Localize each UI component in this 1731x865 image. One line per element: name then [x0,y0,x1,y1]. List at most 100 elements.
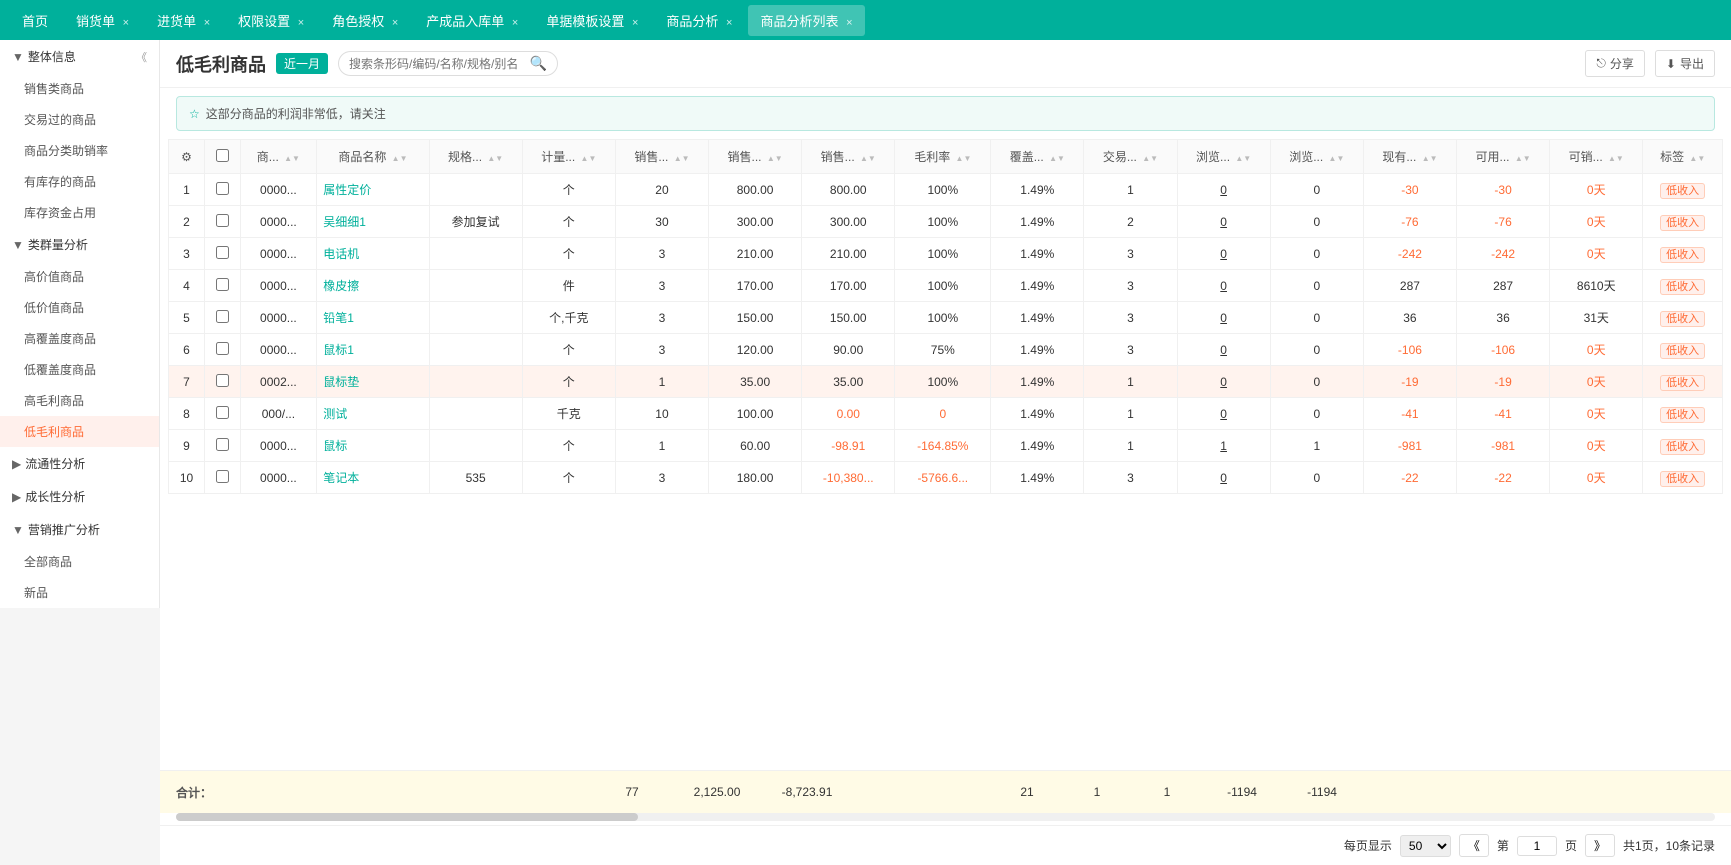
col-view1[interactable]: 浏览... ▲▼ [1177,140,1270,174]
view1-link[interactable]: 0 [1220,215,1227,229]
row-checkbox[interactable] [216,342,229,355]
nav-templates-close[interactable]: × [632,17,638,29]
sidebar-item-low-value[interactable]: 低价值商品 [0,292,159,323]
cell-name[interactable]: 鼠标1 [317,334,429,366]
cell-view1[interactable]: 0 [1177,334,1270,366]
view1-link[interactable]: 0 [1220,343,1227,357]
col-coverage[interactable]: 覆盖... ▲▼ [991,140,1084,174]
col-current-stock[interactable]: 现有... ▲▼ [1363,140,1456,174]
sidebar-section-flow[interactable]: ▶ 流通性分析 [0,447,159,480]
sidebar-item-new-goods[interactable]: 新品 [0,577,159,608]
cell-name[interactable]: 吴细细1 [317,206,429,238]
cell-checkbox[interactable] [205,462,241,494]
cell-checkbox[interactable] [205,430,241,462]
col-sales-amount[interactable]: 销售... ▲▼ [709,140,802,174]
col-name[interactable]: 商品名称 ▲▼ [317,140,429,174]
nav-templates[interactable]: 单据模板设置 × [534,5,650,36]
horizontal-scrollbar[interactable] [176,813,1715,821]
nav-products-close[interactable]: × [512,17,518,29]
cell-view1[interactable]: 0 [1177,366,1270,398]
nav-products[interactable]: 产成品入库单 × [414,5,530,36]
cell-view1[interactable]: 0 [1177,238,1270,270]
sidebar-item-low-coverage[interactable]: 低覆盖度商品 [0,354,159,385]
cell-view1[interactable]: 0 [1177,398,1270,430]
cell-view1[interactable]: 0 [1177,174,1270,206]
cell-name[interactable]: 属性定价 [317,174,429,206]
cell-view1[interactable]: 0 [1177,270,1270,302]
nav-permissions-close[interactable]: × [298,17,304,29]
view1-link[interactable]: 0 [1220,247,1227,261]
select-all-checkbox[interactable] [216,149,229,162]
row-checkbox[interactable] [216,246,229,259]
cell-checkbox[interactable] [205,270,241,302]
row-checkbox[interactable] [216,182,229,195]
cell-name[interactable]: 鼠标 [317,430,429,462]
sidebar-item-high-coverage[interactable]: 高覆盖度商品 [0,323,159,354]
col-sales-profit[interactable]: 销售... ▲▼ [802,140,895,174]
col-checkbox[interactable] [205,140,241,174]
current-page-input[interactable] [1517,836,1557,856]
row-checkbox[interactable] [216,438,229,451]
view1-link[interactable]: 1 [1220,439,1227,453]
search-input[interactable] [349,57,524,71]
sidebar-item-low-margin[interactable]: 低毛利商品 [0,416,159,447]
page-size-select[interactable]: 50 100 200 [1400,835,1451,857]
nav-purchase[interactable]: 进货单 × [145,5,222,36]
cell-checkbox[interactable] [205,334,241,366]
prev-page-button[interactable]: 《 [1459,834,1489,857]
sidebar-item-category-rate[interactable]: 商品分类助销率 [0,135,159,166]
search-icon[interactable]: 🔍 [530,55,547,72]
cell-checkbox[interactable] [205,206,241,238]
nav-analysis-list[interactable]: 商品分析列表 × [748,5,864,36]
cell-checkbox[interactable] [205,398,241,430]
sidebar-item-high-margin[interactable]: 高毛利商品 [0,385,159,416]
next-page-button[interactable]: 》 [1585,834,1615,857]
sidebar-item-traded-goods[interactable]: 交易过的商品 [0,104,159,135]
row-checkbox[interactable] [216,310,229,323]
nav-sales-close[interactable]: × [123,17,129,29]
sidebar-section-marketing[interactable]: ▼ 营销推广分析 [0,513,159,546]
cell-checkbox[interactable] [205,302,241,334]
scrollbar-thumb[interactable] [176,813,638,821]
search-box[interactable]: 🔍 [338,51,558,76]
col-available[interactable]: 可用... ▲▼ [1457,140,1550,174]
cell-name[interactable]: 电话机 [317,238,429,270]
nav-analysis-close[interactable]: × [726,17,732,29]
cell-name[interactable]: 铅笔1 [317,302,429,334]
cell-name[interactable]: 橡皮擦 [317,270,429,302]
cell-name[interactable]: 鼠标垫 [317,366,429,398]
row-checkbox[interactable] [216,278,229,291]
row-checkbox[interactable] [216,214,229,227]
cell-name[interactable]: 测试 [317,398,429,430]
view1-link[interactable]: 0 [1220,375,1227,389]
sidebar-item-stock-fund[interactable]: 库存资金占用 [0,197,159,228]
row-checkbox[interactable] [216,406,229,419]
cell-name[interactable]: 笔记本 [317,462,429,494]
col-view2[interactable]: 浏览... ▲▼ [1270,140,1363,174]
nav-analysis-list-close[interactable]: × [846,17,852,29]
view1-link[interactable]: 0 [1220,311,1227,325]
col-tag[interactable]: 标签 ▲▼ [1643,140,1723,174]
sidebar-item-sales-goods[interactable]: 销售类商品 [0,73,159,104]
nav-purchase-close[interactable]: × [204,17,210,29]
col-gear[interactable]: ⚙ [169,140,205,174]
cell-checkbox[interactable] [205,174,241,206]
collapse-icon[interactable]: 《 [136,49,147,65]
col-transaction[interactable]: 交易... ▲▼ [1084,140,1177,174]
row-checkbox[interactable] [216,470,229,483]
cell-checkbox[interactable] [205,366,241,398]
col-code[interactable]: 商... ▲▼ [240,140,317,174]
col-sellable[interactable]: 可销... ▲▼ [1550,140,1643,174]
sidebar-item-in-stock[interactable]: 有库存的商品 [0,166,159,197]
cell-view1[interactable]: 0 [1177,206,1270,238]
nav-analysis[interactable]: 商品分析 × [654,5,744,36]
sidebar-section-cluster[interactable]: ▼ 类群量分析 [0,228,159,261]
cell-view1[interactable]: 0 [1177,462,1270,494]
cell-view1[interactable]: 1 [1177,430,1270,462]
cell-checkbox[interactable] [205,238,241,270]
nav-roles[interactable]: 角色授权 × [320,5,410,36]
view1-link[interactable]: 0 [1220,471,1227,485]
sidebar-section-growth[interactable]: ▶ 成长性分析 [0,480,159,513]
row-checkbox[interactable] [216,374,229,387]
sidebar-item-high-value[interactable]: 高价值商品 [0,261,159,292]
